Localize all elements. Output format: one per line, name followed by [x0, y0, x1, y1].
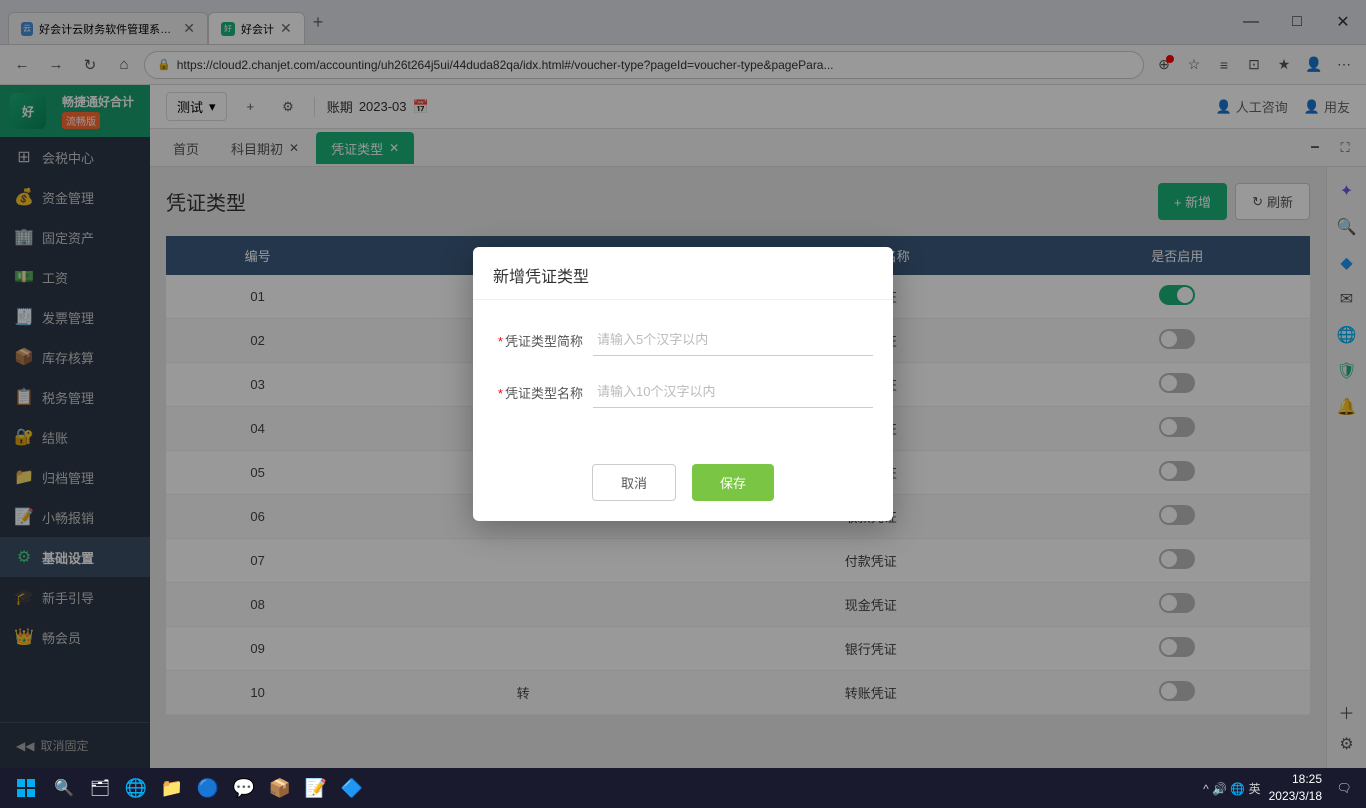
save-button[interactable]: 保存 [692, 464, 774, 501]
start-button[interactable] [8, 770, 44, 806]
modal-header: 新增凭证类型 [473, 247, 893, 300]
modal-title: 新增凭证类型 [493, 263, 589, 287]
taskbar: 🔍 🗂 🌐 📁 🔵 💬 📦 📝 🔷 ^ 🔊 🌐 英 18:25 2023/3/1… [0, 768, 1366, 808]
short-input[interactable] [593, 324, 873, 356]
taskbar-chrome[interactable]: 🔵 [192, 772, 224, 804]
form-row-short: *凭证类型简称 [493, 324, 873, 356]
taskbar-app1[interactable]: 📦 [264, 772, 296, 804]
required-indicator-2: * [498, 386, 503, 401]
taskbar-search[interactable]: 🔍 [48, 772, 80, 804]
taskbar-explorer[interactable]: 📁 [156, 772, 188, 804]
taskbar-edge[interactable]: 🌐 [120, 772, 152, 804]
time-display: 18:25 [1269, 771, 1322, 788]
notification-center-button[interactable]: 🗨 [1330, 774, 1358, 802]
name-input[interactable] [593, 376, 873, 408]
modal-overlay: 新增凭证类型 *凭证类型简称 *凭证类型名称 取消 保存 [0, 0, 1366, 768]
modal-body: *凭证类型简称 *凭证类型名称 [473, 300, 893, 452]
add-voucher-type-modal: 新增凭证类型 *凭证类型简称 *凭证类型名称 取消 保存 [473, 247, 893, 521]
date-display: 2023/3/18 [1269, 788, 1322, 805]
cancel-button[interactable]: 取消 [592, 464, 676, 501]
required-indicator-1: * [498, 334, 503, 349]
taskbar-wechat[interactable]: 💬 [228, 772, 260, 804]
taskbar-task-view[interactable]: 🗂 [84, 772, 116, 804]
name-label: *凭证类型名称 [493, 383, 593, 402]
form-row-name: *凭证类型名称 [493, 376, 873, 408]
short-label: *凭证类型简称 [493, 331, 593, 350]
taskbar-right: ^ 🔊 🌐 英 18:25 2023/3/18 🗨 [1203, 771, 1358, 805]
taskbar-app2[interactable]: 📝 [300, 772, 332, 804]
taskbar-system-icons: ^ 🔊 🌐 英 [1203, 780, 1261, 797]
taskbar-time[interactable]: 18:25 2023/3/18 [1269, 771, 1322, 805]
taskbar-edge2[interactable]: 🔷 [336, 772, 368, 804]
modal-footer: 取消 保存 [473, 452, 893, 521]
